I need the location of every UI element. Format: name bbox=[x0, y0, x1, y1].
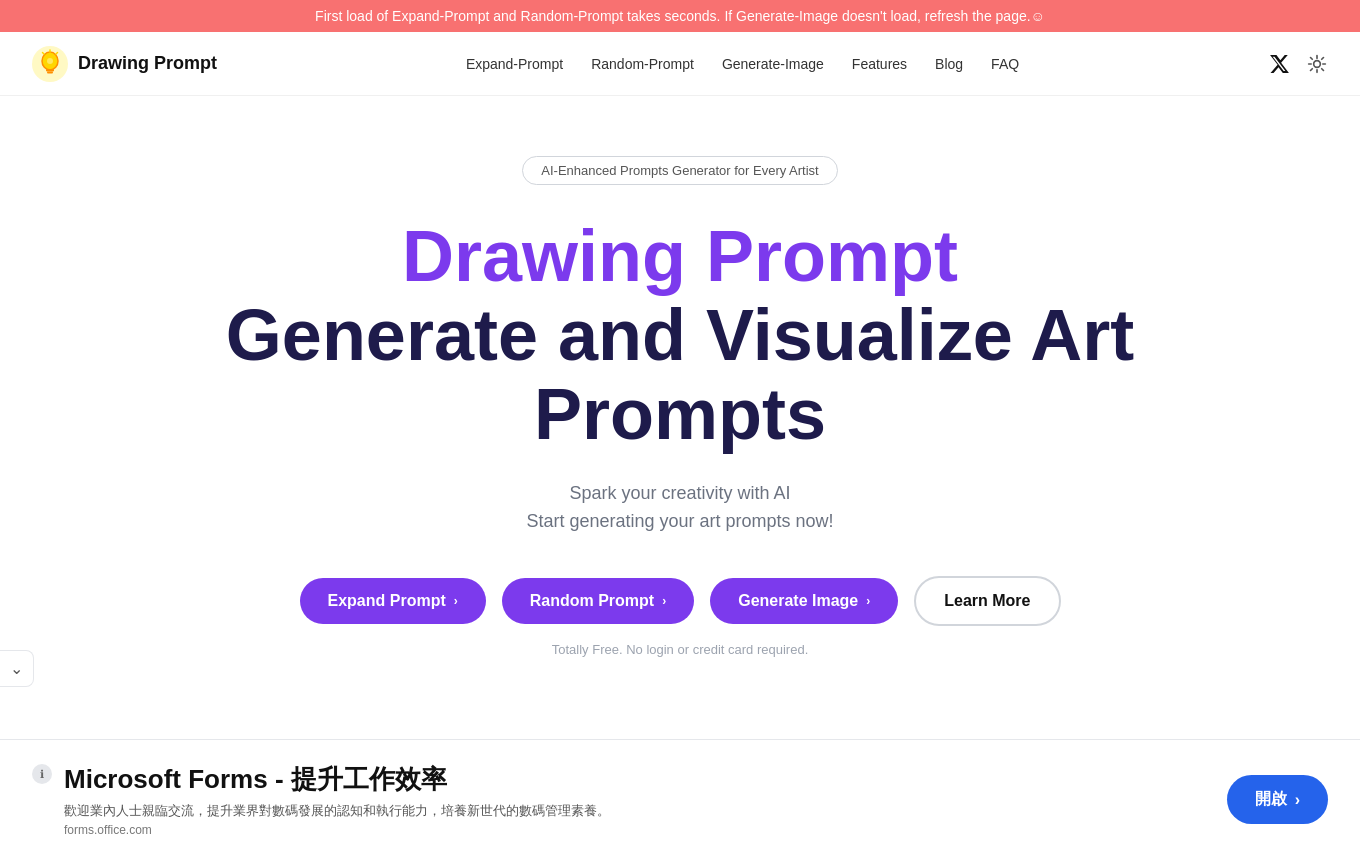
top-banner: First load of Expand-Prompt and Random-P… bbox=[0, 0, 1360, 32]
hero-buttons: Expand Prompt › Random Prompt › Generate… bbox=[300, 576, 1061, 626]
theme-toggle-icon[interactable] bbox=[1306, 53, 1328, 75]
nav-link-features[interactable]: Features bbox=[852, 56, 907, 72]
expand-chevron-icon: › bbox=[454, 594, 458, 608]
generate-chevron-icon: › bbox=[866, 594, 870, 608]
scroll-down-icon: ⌄ bbox=[10, 660, 23, 677]
free-text: Totally Free. No login or credit card re… bbox=[552, 642, 809, 657]
svg-line-13 bbox=[1311, 57, 1313, 59]
nav-links: Expand-Prompt Random-Prompt Generate-Ima… bbox=[466, 56, 1019, 72]
svg-line-16 bbox=[1311, 68, 1313, 70]
nav-link-faq[interactable]: FAQ bbox=[991, 56, 1019, 72]
svg-rect-2 bbox=[46, 69, 54, 72]
svg-line-5 bbox=[56, 52, 58, 54]
hero-title-purple: Drawing Prompt bbox=[402, 217, 958, 296]
nav-logo[interactable]: Drawing Prompt bbox=[32, 46, 217, 82]
hero-subtitle-line1: Spark your creativity with AI bbox=[569, 483, 790, 503]
logo-text: Drawing Prompt bbox=[78, 53, 217, 74]
navbar: Drawing Prompt Expand-Prompt Random-Prom… bbox=[0, 32, 1360, 96]
svg-rect-3 bbox=[47, 71, 53, 73]
svg-line-6 bbox=[43, 52, 45, 54]
expand-prompt-button[interactable]: Expand Prompt › bbox=[300, 578, 486, 624]
nav-right bbox=[1268, 53, 1328, 75]
scroll-indicator[interactable]: ⌄ bbox=[0, 650, 34, 687]
hero-subtitle-line2: Start generating your art prompts now! bbox=[526, 511, 833, 531]
learn-more-button[interactable]: Learn More bbox=[914, 576, 1060, 626]
hero-title-dark: Generate and Visualize Art Prompts bbox=[226, 296, 1134, 454]
nav-link-random[interactable]: Random-Prompt bbox=[591, 56, 694, 72]
svg-line-14 bbox=[1322, 68, 1324, 70]
svg-point-7 bbox=[47, 58, 53, 64]
svg-line-15 bbox=[1322, 57, 1324, 59]
generate-image-button[interactable]: Generate Image › bbox=[710, 578, 898, 624]
nav-link-generate[interactable]: Generate-Image bbox=[722, 56, 824, 72]
twitter-icon[interactable] bbox=[1268, 53, 1290, 75]
nav-link-expand[interactable]: Expand-Prompt bbox=[466, 56, 563, 72]
random-chevron-icon: › bbox=[662, 594, 666, 608]
hero-section: AI-Enhanced Prompts Generator for Every … bbox=[0, 96, 1360, 697]
hero-subtitle: Spark your creativity with AI Start gene… bbox=[526, 479, 833, 537]
nav-link-blog[interactable]: Blog bbox=[935, 56, 963, 72]
hero-title-line1: Generate and Visualize Art bbox=[226, 295, 1134, 375]
svg-point-8 bbox=[1314, 60, 1321, 67]
logo-icon bbox=[32, 46, 68, 82]
hero-title-line2: Prompts bbox=[534, 374, 826, 454]
hero-badge: AI-Enhanced Prompts Generator for Every … bbox=[522, 156, 837, 185]
banner-text: First load of Expand-Prompt and Random-P… bbox=[315, 8, 1045, 24]
random-prompt-button[interactable]: Random Prompt › bbox=[502, 578, 694, 624]
